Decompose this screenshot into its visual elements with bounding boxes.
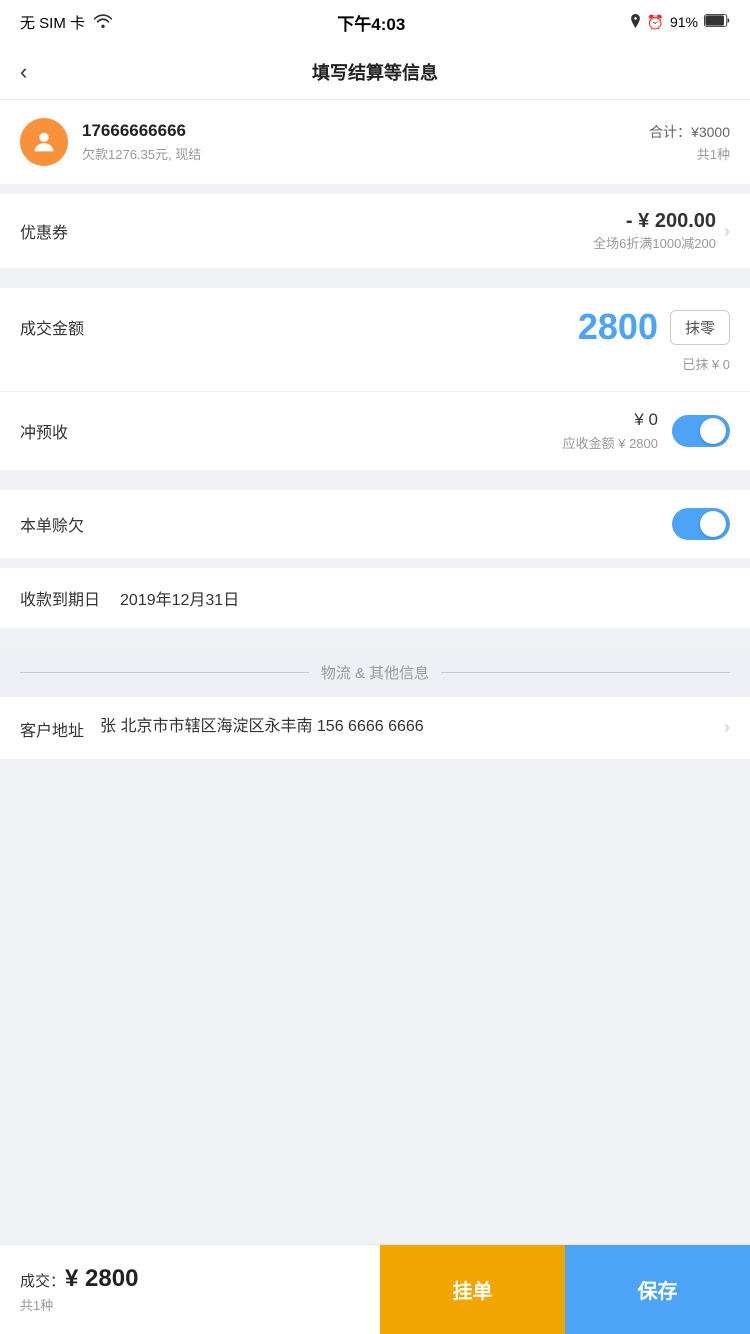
- customer-card: 17666666666 欠款1276.35元, 现结 合计：¥3000 共1种: [0, 100, 750, 184]
- bottom-bar: 成交：¥ 2800 共1种 挂单 保存: [0, 1244, 750, 1334]
- debt-toggle[interactable]: [672, 508, 730, 540]
- battery-text: 91%: [670, 14, 698, 30]
- save-button[interactable]: 保存: [565, 1245, 750, 1334]
- prereceive-right: ¥ 0 应收金额 ¥ 2800: [563, 410, 730, 452]
- debt-section: 本单赊欠: [0, 490, 750, 558]
- wifi-icon: [93, 13, 113, 32]
- address-section[interactable]: 客户地址 张 北京市市辖区海淀区永丰南 156 6666 6666 ›: [0, 697, 750, 759]
- prereceive-toggle[interactable]: [672, 415, 730, 447]
- hang-button[interactable]: 挂单: [380, 1245, 565, 1334]
- nav-title: 填写结算等信息: [312, 59, 438, 85]
- amount-value: 2800: [578, 306, 658, 348]
- back-button[interactable]: ‹: [20, 59, 27, 85]
- location-icon: [630, 14, 641, 31]
- total-value: ¥3000: [691, 124, 730, 140]
- amount-value-group: 2800 抹零: [578, 306, 730, 348]
- debt-label: 本单赊欠: [20, 512, 84, 536]
- logistics-header: 物流 & 其他信息: [0, 648, 750, 697]
- bottom-deal-amount: ¥ 2800: [65, 1265, 138, 1292]
- bottom-deal-label: 成交：¥ 2800: [20, 1265, 360, 1293]
- coupon-discount: - ¥ 200.00: [593, 210, 716, 233]
- coupon-desc: 全场6折满1000减200: [593, 233, 716, 252]
- customer-right: 合计：¥3000 共1种: [649, 122, 730, 163]
- round-btn[interactable]: 抹零: [670, 310, 730, 345]
- coupon-label: 优惠券: [20, 219, 68, 243]
- prereceive-label: 冲预收: [20, 419, 68, 443]
- gray-divider-1: [0, 278, 750, 288]
- address-value: 张 北京市市辖区海淀区永丰南 156 6666 6666: [100, 715, 714, 739]
- nav-bar: ‹ 填写结算等信息: [0, 44, 750, 100]
- address-chevron: ›: [724, 717, 730, 738]
- status-left: 无 SIM 卡: [20, 12, 113, 33]
- bottom-count: 共1种: [20, 1295, 360, 1314]
- coupon-row[interactable]: 优惠券 - ¥ 200.00 全场6折满1000减200 ›: [0, 194, 750, 268]
- gray-divider-2: [0, 480, 750, 490]
- blank-area: [0, 769, 750, 969]
- customer-subtext: 欠款1276.35元, 现结: [82, 144, 201, 163]
- customer-info: 17666666666 欠款1276.35元, 现结: [82, 121, 201, 163]
- amount-label: 成交金额: [20, 315, 84, 339]
- status-time: 下午4:03: [337, 10, 405, 35]
- duedate-value: 2019年12月31日: [120, 586, 239, 610]
- total-count: 共1种: [649, 144, 730, 163]
- logistics-line-right: [441, 672, 730, 673]
- prereceive-section: 冲预收 ¥ 0 应收金额 ¥ 2800: [0, 391, 750, 470]
- carrier-text: 无 SIM 卡: [20, 12, 85, 33]
- prereceive-values: ¥ 0 应收金额 ¥ 2800: [563, 410, 658, 452]
- coupon-right: - ¥ 200.00 全场6折满1000减200 ›: [593, 210, 730, 252]
- amount-section: 成交金额 2800 抹零 已抹 ¥ 0: [0, 288, 750, 391]
- alarm-icon: ⏰: [647, 14, 664, 31]
- bottom-summary: 成交：¥ 2800 共1种: [0, 1265, 380, 1314]
- avatar: [20, 118, 68, 166]
- amount-sub: 已抹 ¥ 0: [20, 354, 730, 373]
- prereceive-main: ¥ 0: [634, 410, 658, 429]
- gray-divider-3: [0, 638, 750, 648]
- coupon-values: - ¥ 200.00 全场6折满1000减200: [593, 210, 716, 252]
- status-right: ⏰ 91%: [630, 14, 730, 31]
- duedate-label: 收款到期日: [20, 586, 100, 610]
- customer-phone: 17666666666: [82, 121, 201, 141]
- customer-left: 17666666666 欠款1276.35元, 现结: [20, 118, 201, 166]
- total-label: 合计：¥3000: [649, 122, 730, 142]
- duedate-section: 收款到期日 2019年12月31日: [0, 568, 750, 628]
- main-content: 17666666666 欠款1276.35元, 现结 合计：¥3000 共1种 …: [0, 100, 750, 1069]
- amount-row: 成交金额 2800 抹零: [20, 306, 730, 348]
- logistics-line-left: [20, 672, 309, 673]
- coupon-chevron: ›: [724, 221, 730, 242]
- prereceive-sub: 应收金额 ¥ 2800: [563, 433, 658, 452]
- address-label: 客户地址: [20, 717, 84, 741]
- status-bar: 无 SIM 卡 下午4:03 ⏰ 91%: [0, 0, 750, 44]
- battery-icon: [704, 14, 730, 30]
- logistics-title: 物流 & 其他信息: [321, 662, 429, 683]
